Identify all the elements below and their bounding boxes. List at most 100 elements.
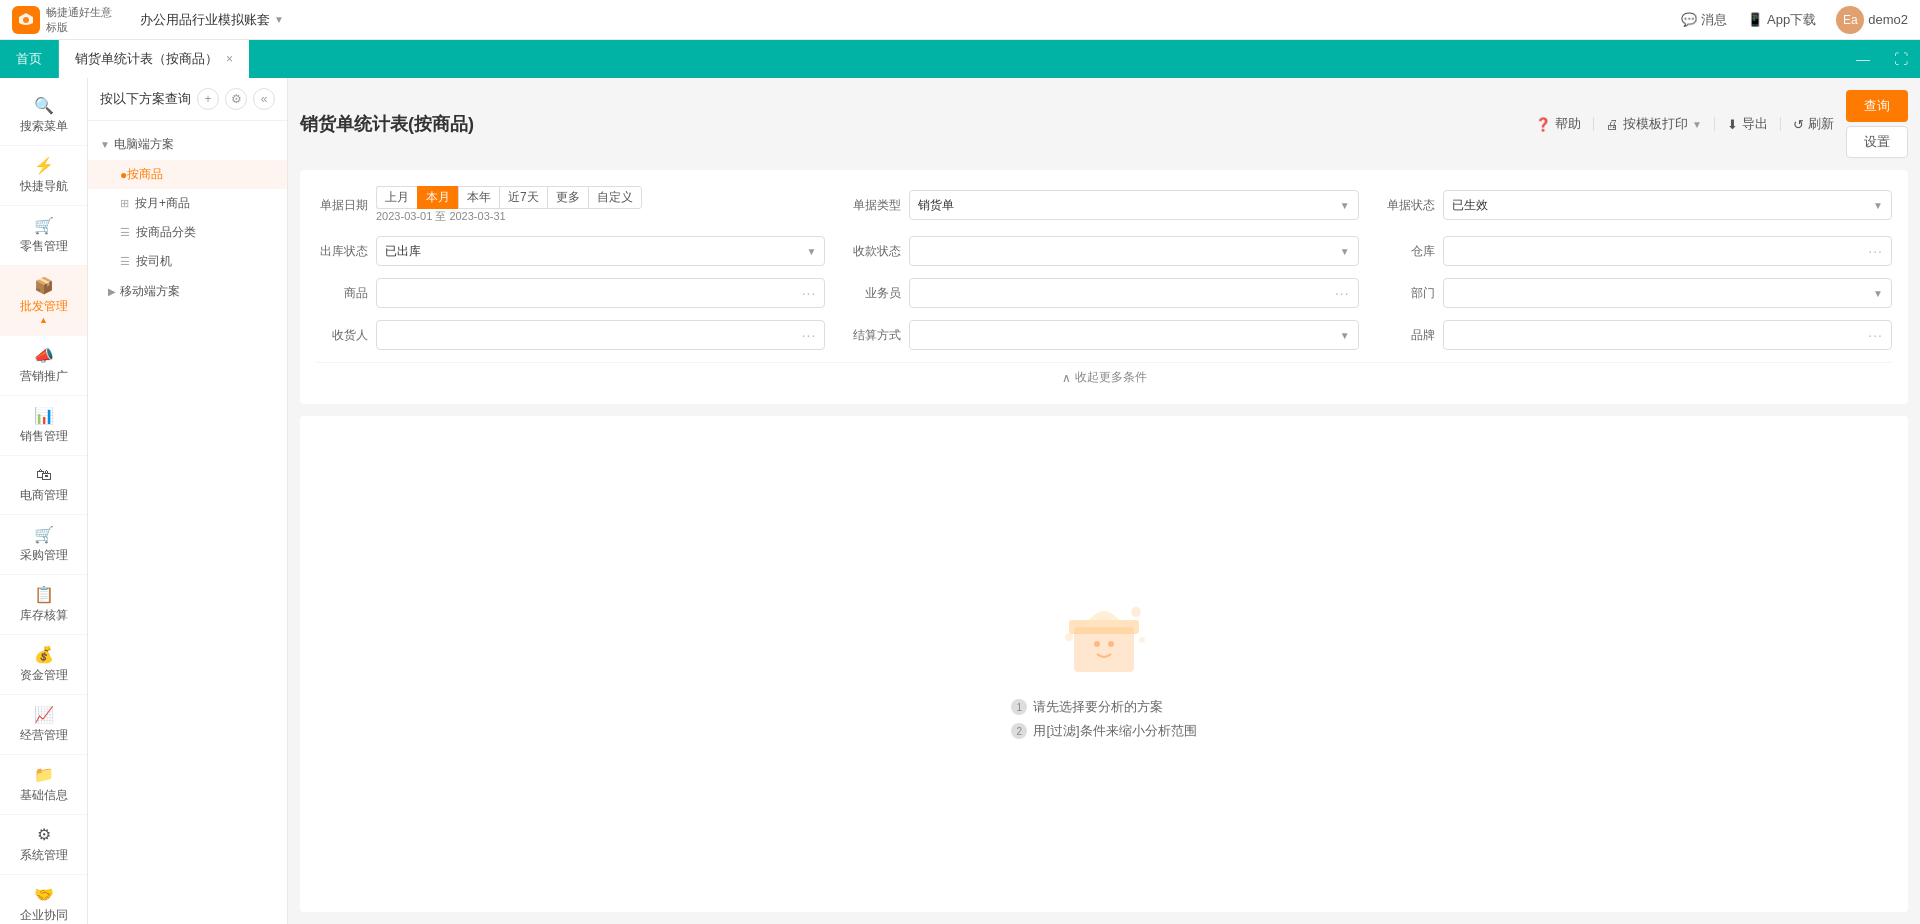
sidebar-item-finance[interactable]: 💰 资金管理 — [0, 635, 87, 695]
sidebar-item-wholesale[interactable]: 📦 批发管理 ▲ — [0, 266, 87, 336]
tree-item-by-category[interactable]: ☰ 按商品分类 — [88, 218, 287, 247]
divider1 — [1593, 117, 1594, 131]
out-status-label: 出库状态 — [316, 243, 368, 260]
maximize-btn[interactable]: ⛶ — [1882, 40, 1920, 78]
add-scheme-btn[interactable]: + — [197, 88, 219, 110]
out-status-input[interactable]: 已出库 ▼ — [376, 236, 825, 266]
tree-item-by-month-product[interactable]: ⊞ 按月+商品 — [88, 189, 287, 218]
tree-item-by-printer-label: 按司机 — [136, 253, 172, 270]
empty-hints: 1 请先选择要分析的方案 2 用[过滤]条件来缩小分析范围 — [1011, 698, 1196, 746]
sidebar-item-basic[interactable]: 📁 基础信息 — [0, 755, 87, 815]
minimize-btn[interactable]: — — [1844, 40, 1882, 78]
logo-icon — [12, 6, 40, 34]
enterprise-icon: 🤝 — [34, 885, 54, 904]
sidebar-item-purchase[interactable]: 🛒 采购管理 — [0, 515, 87, 575]
workspace-select[interactable]: 办公用品行业模拟账套 ▼ — [140, 11, 284, 29]
print-arrow-icon: ▼ — [1692, 119, 1702, 130]
sidebar-item-marketing[interactable]: 📣 营销推广 — [0, 336, 87, 396]
settings-btn[interactable]: 设置 — [1846, 126, 1908, 158]
filter-product: 商品 ··· — [316, 278, 825, 308]
tree-item-icon2: ☰ — [120, 226, 130, 239]
purchase-icon: 🛒 — [34, 525, 54, 544]
download-icon: 📱 — [1747, 12, 1763, 27]
sidebar-item-inventory[interactable]: 📋 库存核算 — [0, 575, 87, 635]
refresh-btn[interactable]: ↺ 刷新 — [1793, 115, 1834, 133]
sidebar-item-system[interactable]: ⚙ 系统管理 — [0, 815, 87, 875]
date-tab-lastmonth[interactable]: 上月 — [376, 186, 417, 209]
payment-input[interactable]: ▼ — [909, 320, 1358, 350]
warehouse-input[interactable]: ··· — [1443, 236, 1892, 266]
settings-scheme-btn[interactable]: ⚙ — [225, 88, 247, 110]
operation-icon: 📈 — [34, 705, 54, 724]
doc-type-input[interactable]: 销货单 ▼ — [909, 190, 1358, 220]
filter-warehouse: 仓库 ··· — [1383, 236, 1892, 266]
filter-brand: 品牌 ··· — [1383, 320, 1892, 350]
collapse-btn[interactable]: ∧ 收起更多条件 — [1062, 369, 1147, 386]
collapse-panel-btn[interactable]: « — [253, 88, 275, 110]
tree-item-by-product[interactable]: ● 按商品 — [88, 160, 287, 189]
sidebar-item-search[interactable]: 🔍 搜索菜单 — [0, 86, 87, 146]
tree-mobile-label: 移动端方案 — [120, 283, 180, 300]
filter-collection-status: 收款状态 ▼ — [849, 236, 1358, 266]
filter-row-4: 收货人 ··· 结算方式 ▼ — [316, 320, 1892, 350]
tree-pc-arrow-icon: ▼ — [100, 139, 110, 150]
doc-type-control: 销货单 ▼ — [909, 190, 1358, 220]
template-print-btn[interactable]: 🖨 按模板打印 ▼ — [1606, 115, 1702, 133]
tree-pc-section[interactable]: ▼ 电脑端方案 — [88, 129, 287, 160]
main-layout: 🔍 搜索菜单 ⚡ 快捷导航 🛒 零售管理 📦 批发管理 ▲ 📣 营销推广 � — [0, 78, 1920, 924]
active-dot-icon: ● — [120, 168, 127, 182]
sidebar-item-retail[interactable]: 🛒 零售管理 — [0, 206, 87, 266]
sidebar-item-quicknav[interactable]: ⚡ 快捷导航 — [0, 146, 87, 206]
tab-home[interactable]: 首页 — [0, 40, 59, 78]
quicknav-icon: ⚡ — [34, 156, 54, 175]
export-btn[interactable]: ⬇ 导出 — [1727, 115, 1768, 133]
svg-point-7 — [1108, 641, 1114, 647]
doc-status-input[interactable]: 已生效 ▼ — [1443, 190, 1892, 220]
filter-doc-type: 单据类型 销货单 ▼ — [849, 190, 1358, 220]
collection-status-arrow-icon: ▼ — [1340, 246, 1350, 257]
help-icon: ❓ — [1535, 117, 1551, 132]
empty-state: 1 请先选择要分析的方案 2 用[过滤]条件来缩小分析范围 — [300, 416, 1908, 912]
help-btn[interactable]: ❓ 帮助 — [1535, 115, 1581, 133]
product-input[interactable]: ··· — [376, 278, 825, 308]
collection-status-input[interactable]: ▼ — [909, 236, 1358, 266]
message-btn[interactable]: 💬 消息 — [1681, 11, 1727, 29]
collection-status-control: ▼ — [909, 236, 1358, 266]
date-range: 2023-03-01 至 2023-03-31 — [376, 209, 825, 224]
recipient-label: 收货人 — [316, 327, 368, 344]
date-tab-thisyear[interactable]: 本年 — [458, 186, 499, 209]
department-arrow-icon: ▼ — [1873, 288, 1883, 299]
panel-icons: + ⚙ « — [197, 88, 275, 110]
tab-close-icon[interactable]: × — [226, 52, 233, 66]
sidebar: 🔍 搜索菜单 ⚡ 快捷导航 🛒 零售管理 📦 批发管理 ▲ 📣 营销推广 � — [0, 78, 88, 924]
sidebar-item-enterprise[interactable]: 🤝 企业协同 — [0, 875, 87, 924]
salesperson-input[interactable]: ··· — [909, 278, 1358, 308]
date-tab-custom[interactable]: 自定义 — [588, 186, 642, 209]
topbar-left: 畅捷通好生意 标版 办公用品行业模拟账套 ▼ — [12, 5, 284, 34]
app-download-btn[interactable]: 📱 App下载 — [1747, 11, 1816, 29]
search-icon: 🔍 — [34, 96, 54, 115]
sidebar-item-ecommerce[interactable]: 🛍 电商管理 — [0, 456, 87, 515]
brand-input[interactable]: ··· — [1443, 320, 1892, 350]
tree-section: ▼ 电脑端方案 ● 按商品 ⊞ 按月+商品 ☰ 按商品分类 ☰ 按司机 — [88, 121, 287, 315]
doc-type-arrow-icon: ▼ — [1340, 200, 1350, 211]
window-controls: — ⛶ — [1844, 40, 1920, 78]
date-tab-thismonth[interactable]: 本月 — [417, 186, 458, 209]
page-title: 销货单统计表(按商品) — [300, 112, 474, 136]
tree-item-by-printer[interactable]: ☰ 按司机 — [88, 247, 287, 276]
tree-item-by-month-label: 按月+商品 — [135, 195, 190, 212]
department-input[interactable]: ▼ — [1443, 278, 1892, 308]
sidebar-item-sales[interactable]: 📊 销售管理 — [0, 396, 87, 456]
query-btn[interactable]: 查询 — [1846, 90, 1908, 122]
user-area[interactable]: Ea demo2 — [1836, 6, 1908, 34]
tab-active[interactable]: 销货单统计表（按商品） × — [59, 40, 249, 78]
sidebar-item-operation[interactable]: 📈 经营管理 — [0, 695, 87, 755]
recipient-input[interactable]: ··· — [376, 320, 825, 350]
tree-mobile-section[interactable]: ▶ 移动端方案 — [88, 276, 287, 307]
date-tab-more[interactable]: 更多 — [547, 186, 588, 209]
date-tab-7days[interactable]: 近7天 — [499, 186, 547, 209]
divider2 — [1714, 117, 1715, 131]
empty-svg — [1054, 582, 1154, 682]
sales-icon: 📊 — [34, 406, 54, 425]
warehouse-control: ··· — [1443, 236, 1892, 266]
